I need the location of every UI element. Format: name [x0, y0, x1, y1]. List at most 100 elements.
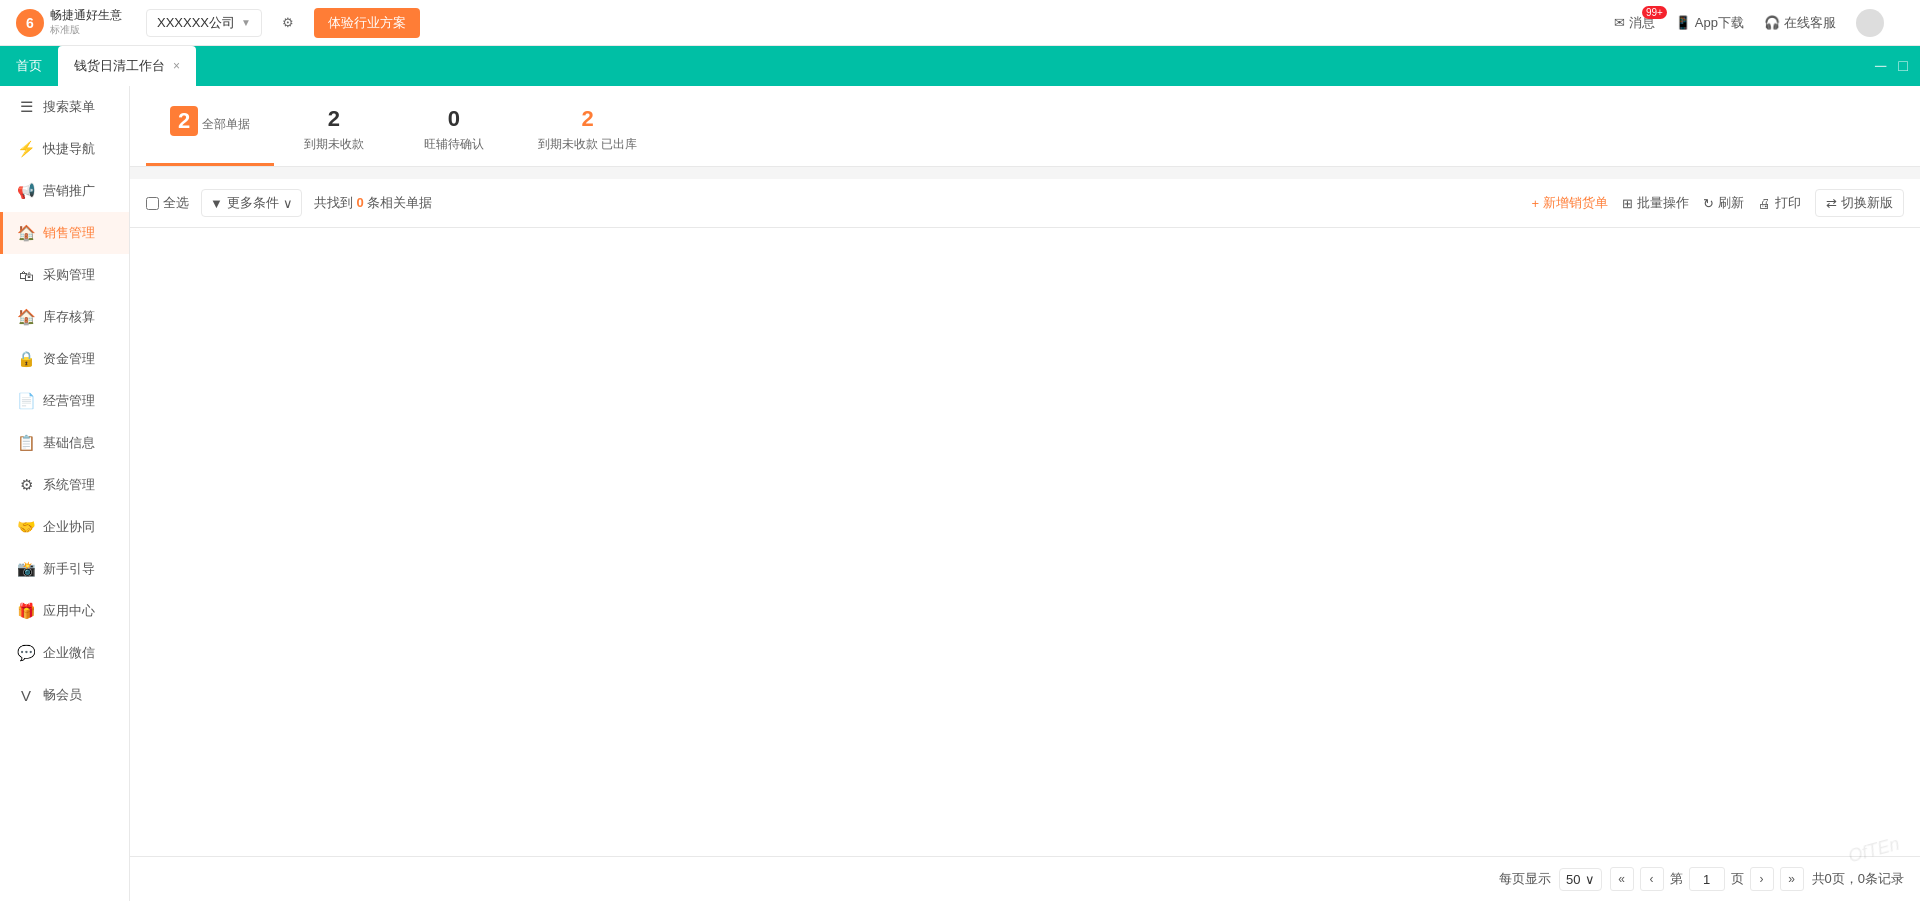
total-info: 共0页，0条记录 — [1812, 870, 1904, 888]
marketing-icon: 📢 — [17, 182, 35, 200]
minimize-icon[interactable]: ─ — [1875, 57, 1886, 75]
filter-icon: ▼ — [210, 196, 223, 211]
operation-icon: 📄 — [17, 392, 35, 410]
inventory-icon: 🏠 — [17, 308, 35, 326]
filter-arrow-icon: ∨ — [283, 196, 293, 211]
settings-button[interactable]: ⚙ — [272, 7, 304, 39]
system-icon: ⚙ — [17, 476, 35, 494]
found-count: 0 — [357, 195, 364, 210]
member-icon: V — [17, 687, 35, 704]
wechat-icon: 💬 — [17, 644, 35, 662]
avatar[interactable] — [1856, 9, 1884, 37]
stats-label-all: 全部单据 — [202, 117, 250, 131]
logo-text: 畅捷通好生意 — [50, 8, 122, 24]
close-tab-icon[interactable]: × — [173, 59, 180, 73]
home-tab-label: 首页 — [16, 57, 42, 75]
app-download-button[interactable]: 📱 App下载 — [1675, 14, 1744, 32]
nav-tabs-right: ─ □ — [1875, 57, 1920, 75]
batch-operation-button[interactable]: ⊞ 批量操作 — [1622, 194, 1689, 212]
per-page-label: 每页显示 — [1499, 870, 1551, 888]
stats-tab-overdue-unshipped[interactable]: 2 到期未收款 已出库 — [514, 98, 661, 166]
next-page-button[interactable]: › — [1750, 867, 1774, 891]
system-label: 系统管理 — [43, 476, 95, 494]
member-label: 畅会员 — [43, 686, 82, 704]
sidebar-item-system[interactable]: ⚙ 系统管理 — [0, 464, 129, 506]
quick-nav-label: 快捷导航 — [43, 140, 95, 158]
found-suffix: 条相关单据 — [367, 195, 432, 210]
sidebar-item-basic-info[interactable]: 📋 基础信息 — [0, 422, 129, 464]
stats-tab-overdue-unpaid[interactable]: 2 到期未收款 — [274, 98, 394, 166]
search-menu-icon: ☰ — [17, 98, 35, 116]
quick-nav-icon: ⚡ — [17, 140, 35, 158]
gear-icon: ⚙ — [282, 15, 294, 30]
logo-area: 6 畅捷通好生意 标准版 — [16, 8, 146, 38]
app-center-label: 应用中心 — [43, 602, 95, 620]
sidebar-item-enterprise[interactable]: 🤝 企业协同 — [0, 506, 129, 548]
sidebar-item-quick-nav[interactable]: ⚡ 快捷导航 — [0, 128, 129, 170]
operation-label: 经营管理 — [43, 392, 95, 410]
sidebar-item-sales[interactable]: 🏠 销售管理 — [0, 212, 129, 254]
filter-button[interactable]: ▼ 更多条件 ∨ — [201, 189, 302, 217]
new-sale-icon: + — [1531, 196, 1539, 211]
trial-button[interactable]: 体验行业方案 — [314, 8, 420, 38]
purchase-label: 采购管理 — [43, 266, 95, 284]
sidebar-item-finance[interactable]: 🔒 资金管理 — [0, 338, 129, 380]
refresh-icon: ↻ — [1703, 196, 1714, 211]
select-all-label: 全选 — [163, 194, 189, 212]
sidebar-item-inventory[interactable]: 🏠 库存核算 — [0, 296, 129, 338]
switch-icon: ⇄ — [1826, 196, 1837, 211]
print-label: 打印 — [1775, 194, 1801, 212]
wechat-label: 企业微信 — [43, 644, 95, 662]
sidebar-item-wechat[interactable]: 💬 企业微信 — [0, 632, 129, 674]
stats-tab-all[interactable]: 2 全部单据 — [146, 98, 274, 166]
print-button[interactable]: 🖨 打印 — [1758, 194, 1801, 212]
print-icon: 🖨 — [1758, 196, 1771, 211]
per-page-select[interactable]: 50 ∨ — [1559, 868, 1601, 891]
sidebar-item-purchase[interactable]: 🛍 采购管理 — [0, 254, 129, 296]
sidebar-item-marketing[interactable]: 📢 营销推广 — [0, 170, 129, 212]
stats-num-overdue-unshipped: 2 — [538, 106, 637, 132]
app-download-label: App下载 — [1695, 14, 1744, 32]
online-service-button[interactable]: 🎧 在线客服 — [1764, 14, 1836, 32]
page-number-input[interactable] — [1689, 867, 1725, 891]
message-icon: ✉ — [1614, 15, 1625, 30]
content-area: 2 全部单据 2 到期未收款 0 旺辅待确认 2 到期未收款 已出库 全选 ▼ … — [130, 86, 1920, 901]
tab-home[interactable]: 首页 — [0, 46, 58, 86]
tab-money-daily[interactable]: 钱货日清工作台 × — [58, 46, 196, 86]
company-dropdown-arrow: ▼ — [241, 17, 251, 28]
company-selector[interactable]: XXXXXX公司 ▼ — [146, 9, 262, 37]
sidebar-item-guide[interactable]: 📸 新手引导 — [0, 548, 129, 590]
prev-page-button[interactable]: ‹ — [1640, 867, 1664, 891]
new-sale-button[interactable]: + 新增销货单 — [1531, 194, 1608, 212]
sidebar-item-member[interactable]: V 畅会员 — [0, 674, 129, 716]
app-center-icon: 🎁 — [17, 602, 35, 620]
message-button[interactable]: ✉ 消息 99+ — [1614, 14, 1655, 32]
search-menu-label: 搜索菜单 — [43, 98, 95, 116]
maximize-icon[interactable]: □ — [1898, 57, 1908, 75]
marketing-label: 营销推广 — [43, 182, 95, 200]
sidebar-item-operation[interactable]: 📄 经营管理 — [0, 380, 129, 422]
refresh-button[interactable]: ↻ 刷新 — [1703, 194, 1744, 212]
stats-label-overdue-unpaid: 到期未收款 — [304, 137, 364, 151]
first-page-button[interactable]: « — [1610, 867, 1634, 891]
per-page-arrow: ∨ — [1585, 872, 1595, 887]
last-page-button[interactable]: » — [1780, 867, 1804, 891]
sidebar-item-search-menu[interactable]: ☰ 搜索菜单 — [0, 86, 129, 128]
sidebar-item-app-center[interactable]: 🎁 应用中心 — [0, 590, 129, 632]
logo-badge: 标准版 — [50, 23, 122, 37]
basic-info-icon: 📋 — [17, 434, 35, 452]
page-navigation: « ‹ 第 页 › » — [1610, 867, 1804, 891]
table-area — [130, 228, 1920, 856]
batch-label: 批量操作 — [1637, 194, 1689, 212]
download-icon: 📱 — [1675, 15, 1691, 30]
select-all-checkbox[interactable]: 全选 — [146, 194, 189, 212]
found-prefix: 共找到 — [314, 195, 353, 210]
select-all-input[interactable] — [146, 197, 159, 210]
top-header: 6 畅捷通好生意 标准版 XXXXXX公司 ▼ ⚙ 体验行业方案 ✉ 消息 99… — [0, 0, 1920, 46]
finance-label: 资金管理 — [43, 350, 95, 368]
empty-state — [130, 228, 1920, 856]
stats-tab-wangwang-pending[interactable]: 0 旺辅待确认 — [394, 98, 514, 166]
sales-icon: 🏠 — [17, 224, 35, 242]
page-suffix: 页 — [1731, 870, 1744, 888]
switch-version-button[interactable]: ⇄ 切换新版 — [1815, 189, 1904, 217]
